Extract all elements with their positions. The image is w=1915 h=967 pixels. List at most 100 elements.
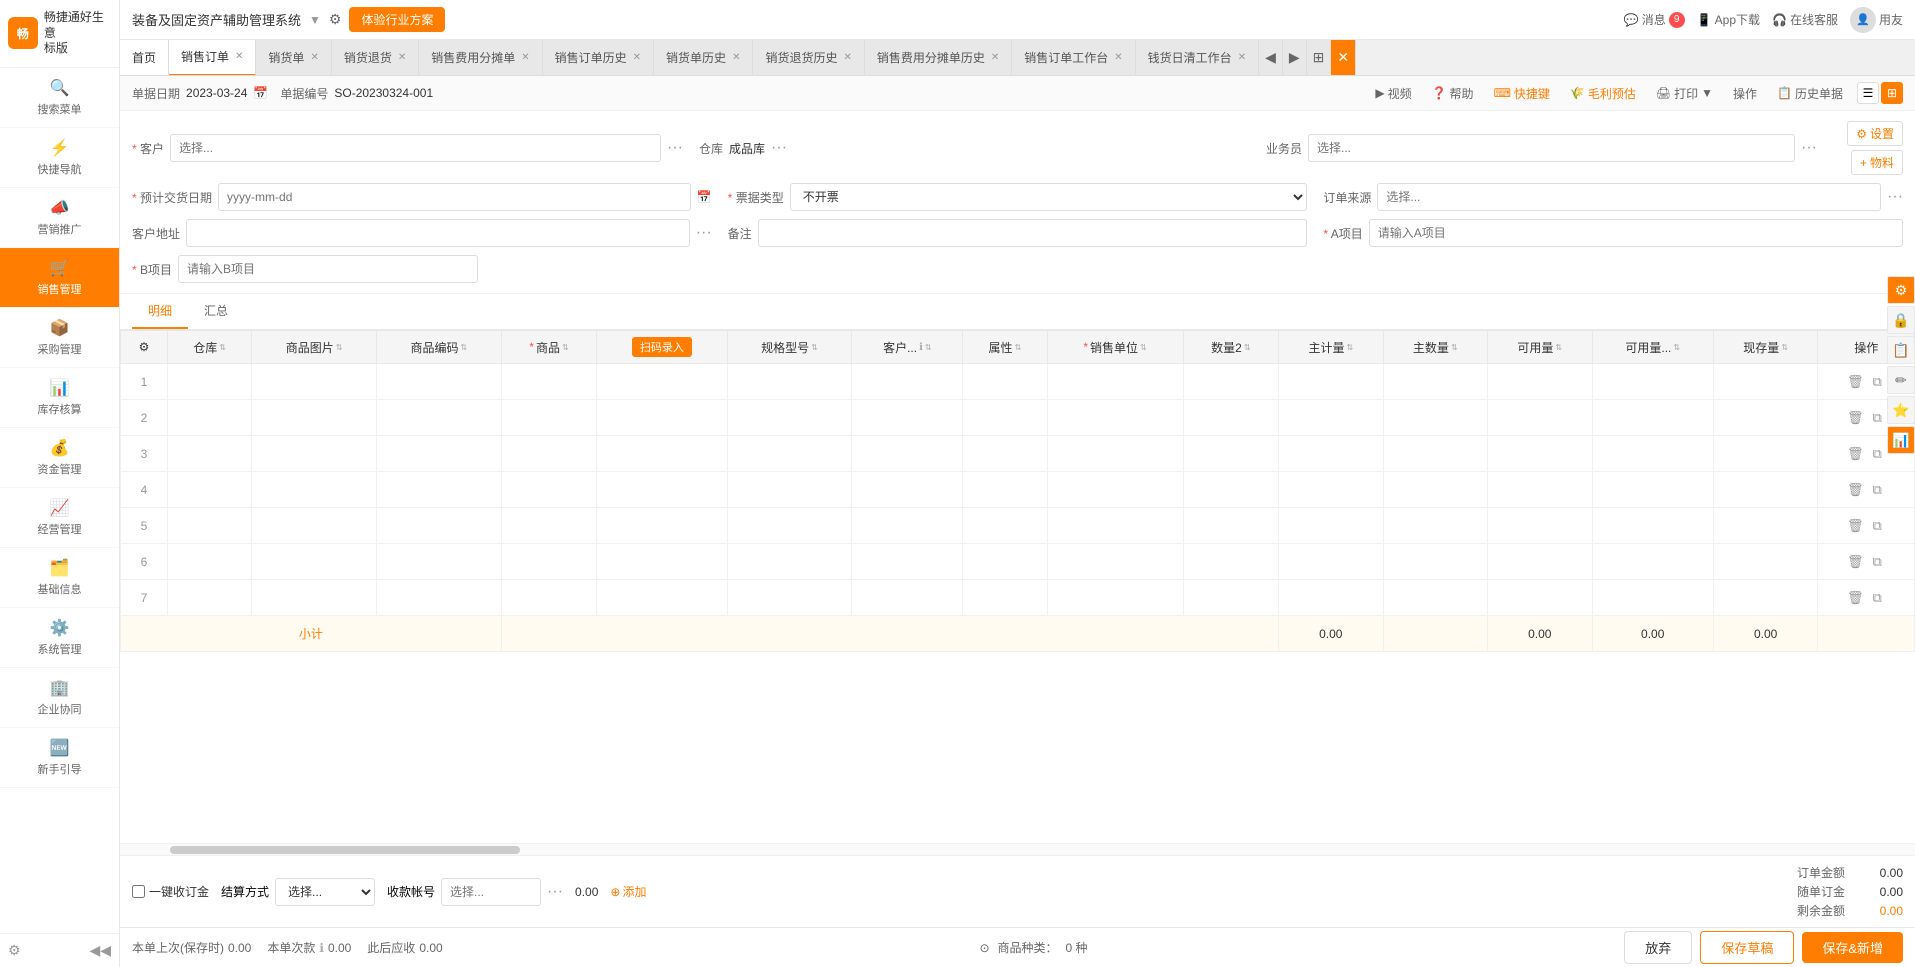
cell-product-5[interactable] <box>501 508 596 544</box>
cell-unit-6[interactable] <box>1047 544 1183 580</box>
calendar-icon[interactable]: 📅 <box>253 86 268 100</box>
cell-customer-2[interactable] <box>852 400 963 436</box>
cell-code-2[interactable] <box>376 400 501 436</box>
delete-btn-2[interactable]: 🗑 <box>1846 409 1864 427</box>
tab-sales-invoice[interactable]: 销货单 ✕ <box>256 40 331 76</box>
tab-return-history[interactable]: 销货退货历史 ✕ <box>753 40 864 76</box>
delete-btn-5[interactable]: 🗑 <box>1846 517 1864 535</box>
cell-unit-2[interactable] <box>1047 400 1183 436</box>
float-btn-5[interactable]: ⭐ <box>1887 396 1915 424</box>
account-input[interactable] <box>441 878 541 906</box>
cell-code-5[interactable] <box>376 508 501 544</box>
tab-invoice-history-close[interactable]: ✕ <box>732 52 740 63</box>
copy-btn-3[interactable]: ⧉ <box>1868 445 1886 463</box>
scan-btn[interactable]: 扫码录入 <box>632 337 692 357</box>
order-source-input[interactable] <box>1377 183 1881 211</box>
tab-sales-fee[interactable]: 销售费用分摊单 ✕ <box>419 40 542 76</box>
message-btn[interactable]: 💬 消息 9 <box>1624 11 1685 28</box>
app-download-btn[interactable]: 📱 App下载 <box>1697 11 1760 28</box>
cell-code-7[interactable] <box>376 580 501 616</box>
tab-close-all-btn[interactable]: ✕ <box>1331 40 1356 76</box>
sidebar-item-marketing[interactable]: 📣 营销推广 <box>0 188 119 248</box>
float-btn-6[interactable]: 📊 <box>1887 426 1915 454</box>
cell-mainqty-6[interactable] <box>1383 544 1487 580</box>
cell-warehouse-3[interactable] <box>168 436 252 472</box>
th-gear[interactable]: ⚙ <box>121 331 168 364</box>
cell-unit-3[interactable] <box>1047 436 1183 472</box>
deposit-checkbox-label[interactable]: 一键收订金 <box>132 883 209 900</box>
float-btn-3[interactable]: 📋 <box>1887 336 1915 364</box>
account-dots[interactable]: ··· <box>547 883 563 901</box>
copy-btn-4[interactable]: ⧉ <box>1868 481 1886 499</box>
cell-customer-3[interactable] <box>852 436 963 472</box>
th-product-img[interactable]: 商品图片 ⇅ <box>252 331 377 364</box>
sidebar-item-ops[interactable]: 📈 经营管理 <box>0 488 119 548</box>
cell-attr-4[interactable] <box>963 472 1047 508</box>
cell-attr-2[interactable] <box>963 400 1047 436</box>
tab-sales-order[interactable]: 销售订单 ✕ <box>169 40 256 76</box>
online-service-btn[interactable]: 🎧 在线客服 <box>1772 11 1838 28</box>
sidebar-item-finance[interactable]: 💰 资金管理 <box>0 428 119 488</box>
cell-code-6[interactable] <box>376 544 501 580</box>
th-scan[interactable]: 扫码录入 <box>597 331 727 364</box>
cell-customer-7[interactable] <box>852 580 963 616</box>
operate-btn[interactable]: 操作 <box>1727 83 1763 104</box>
th-available[interactable]: 可用量 ⇅ <box>1488 331 1592 364</box>
cell-product-2[interactable] <box>501 400 596 436</box>
th-current-stock[interactable]: 现存量 ⇅ <box>1713 331 1817 364</box>
cell-unit-1[interactable] <box>1047 364 1183 400</box>
tab-daily-workbench[interactable]: 钱货日清工作台 ✕ <box>1136 40 1259 76</box>
view-btn[interactable]: ▶ 视频 <box>1369 83 1417 104</box>
cell-spec-5[interactable] <box>727 508 852 544</box>
cell-code-1[interactable] <box>376 364 501 400</box>
copy-btn-5[interactable]: ⧉ <box>1868 517 1886 535</box>
invoice-type-select[interactable]: 不开票 <box>790 183 1308 211</box>
cell-product-3[interactable] <box>501 436 596 472</box>
cell-warehouse-1[interactable] <box>168 364 252 400</box>
settings-corner-btn[interactable]: ⚙ 设置 <box>1847 121 1903 146</box>
cell-unit-4[interactable] <box>1047 472 1183 508</box>
cell-attr-6[interactable] <box>963 544 1047 580</box>
sidebar-item-sales[interactable]: 🛒 销售管理 <box>0 248 119 308</box>
remark-input[interactable] <box>758 219 1308 247</box>
customer-input[interactable] <box>170 134 661 162</box>
cell-mainqty-7[interactable] <box>1383 580 1487 616</box>
tab-sales-order-history[interactable]: 销售订单历史 ✕ <box>543 40 654 76</box>
tab-fee-history[interactable]: 销售费用分摊单历史 ✕ <box>865 40 1012 76</box>
th-product-code[interactable]: 商品编码 ⇅ <box>376 331 501 364</box>
float-btn-2[interactable]: 🔒 <box>1887 306 1915 334</box>
tab-summary[interactable]: 汇总 <box>188 294 244 329</box>
cell-attr-3[interactable] <box>963 436 1047 472</box>
th-attribute[interactable]: 属性 ⇅ <box>963 331 1047 364</box>
sidebar-settings-btn[interactable]: ⚙ <box>8 942 21 959</box>
cell-qty2-4[interactable] <box>1183 472 1278 508</box>
cell-spec-2[interactable] <box>727 400 852 436</box>
tab-prev-btn[interactable]: ◀ <box>1259 40 1283 76</box>
th-available2[interactable]: 可用量... ⇅ <box>1592 331 1713 364</box>
delete-btn-4[interactable]: 🗑 <box>1846 481 1864 499</box>
sidebar-item-basic[interactable]: 🗂️ 基础信息 <box>0 548 119 608</box>
save-draft-btn[interactable]: 保存草稿 <box>1700 931 1794 964</box>
delete-btn-1[interactable]: 🗑 <box>1846 373 1864 391</box>
cell-qty2-7[interactable] <box>1183 580 1278 616</box>
tab-invoice-history[interactable]: 销货单历史 ✕ <box>654 40 753 76</box>
discard-btn[interactable]: 放弃 <box>1624 931 1692 964</box>
tab-sales-order-close[interactable]: ✕ <box>235 51 243 62</box>
th-main-unit[interactable]: 主计量 ⇅ <box>1279 331 1383 364</box>
tab-sales-invoice-close[interactable]: ✕ <box>310 52 318 63</box>
cell-mainqty-5[interactable] <box>1383 508 1487 544</box>
project-b-input[interactable] <box>178 255 478 283</box>
cell-warehouse-2[interactable] <box>168 400 252 436</box>
cell-spec-3[interactable] <box>727 436 852 472</box>
th-product[interactable]: * 商品 ⇅ <box>501 331 596 364</box>
sidebar-item-system[interactable]: ⚙️ 系统管理 <box>0 608 119 668</box>
sidebar-item-purchase[interactable]: 📦 采购管理 <box>0 308 119 368</box>
deposit-checkbox[interactable] <box>132 885 145 898</box>
tab-detail[interactable]: 明细 <box>132 294 188 329</box>
order-source-dots[interactable]: ··· <box>1887 188 1903 206</box>
cell-unit-7[interactable] <box>1047 580 1183 616</box>
delivery-date-input[interactable] <box>218 183 691 211</box>
project-a-input[interactable] <box>1369 219 1903 247</box>
add-btn[interactable]: ⊕ 添加 <box>610 883 646 900</box>
cell-mainqty-4[interactable] <box>1383 472 1487 508</box>
